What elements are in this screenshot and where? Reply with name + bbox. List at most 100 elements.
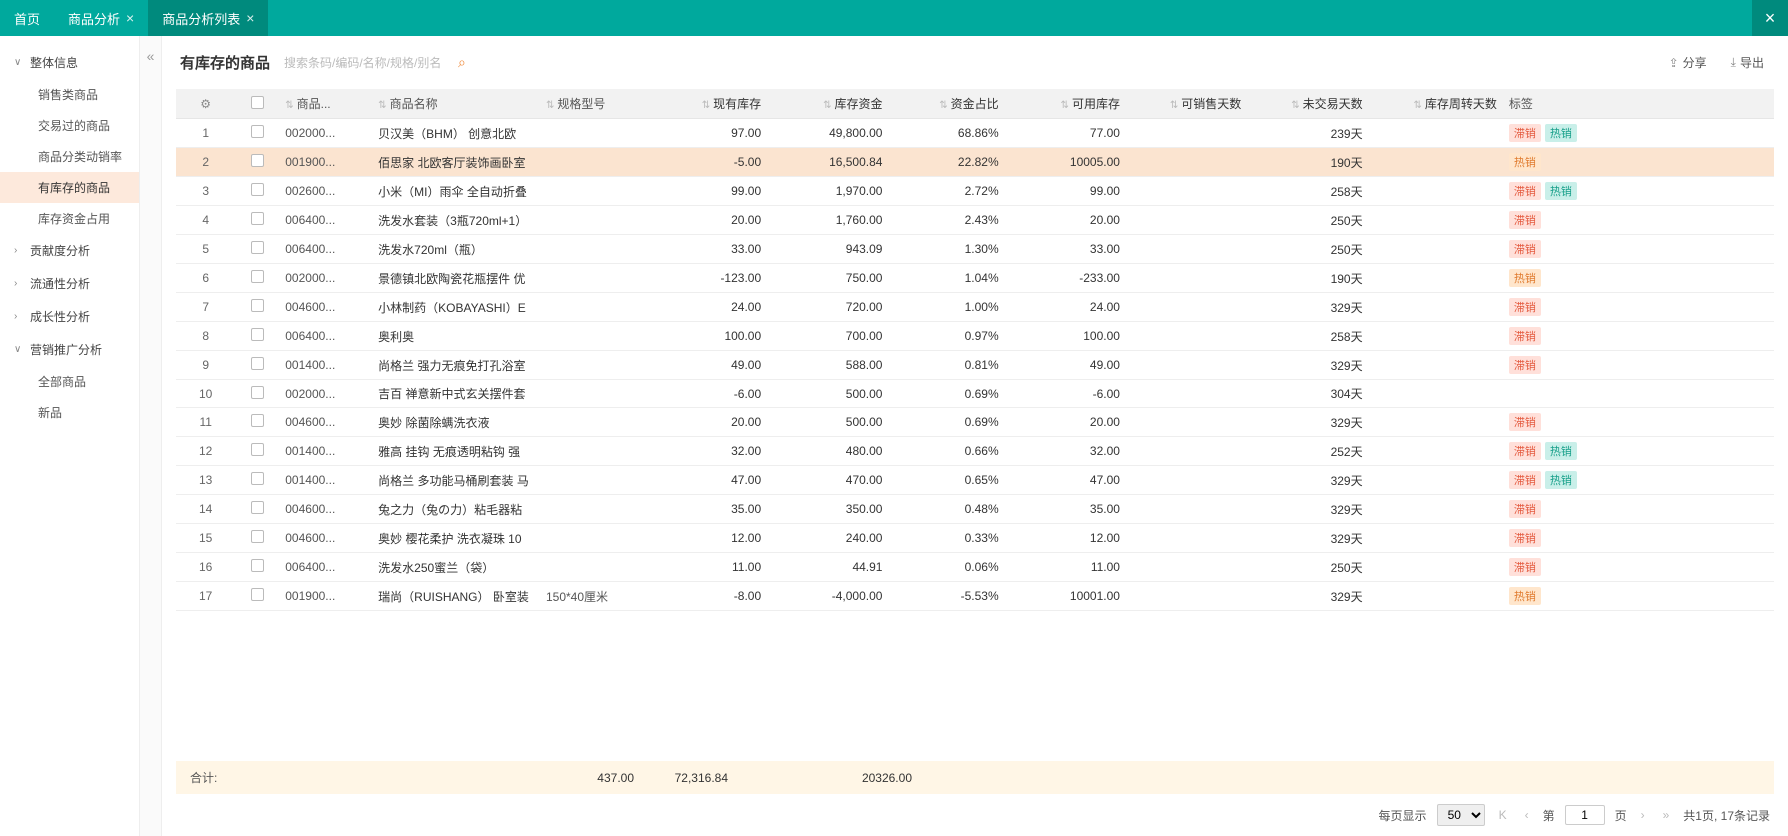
cell-turn-days (1369, 206, 1503, 235)
export-button[interactable]: ⤓ 导出 (1725, 50, 1770, 75)
col-code[interactable]: ⇅商品... (279, 89, 372, 119)
sidebar-item-0-2[interactable]: 商品分类动销率 (0, 141, 139, 172)
col-name[interactable]: ⇅商品名称 (372, 89, 540, 119)
cell-checkbox[interactable] (235, 206, 279, 235)
table-row[interactable]: 7004600...小林制药（KOBAYASHI）E24.00720.001.0… (176, 293, 1774, 322)
table-row[interactable]: 13001400...尚格兰 多功能马桶刷套装 马47.00470.000.65… (176, 466, 1774, 495)
col-tags[interactable]: 标签 (1503, 89, 1774, 119)
cell-avail: 99.00 (1005, 177, 1126, 206)
sidebar-item-0-1[interactable]: 交易过的商品 (0, 110, 139, 141)
tab-1[interactable]: 商品分析× (54, 0, 148, 36)
col-turn-days[interactable]: ⇅库存周转天数 (1369, 89, 1503, 119)
sidebar-item-0-0[interactable]: 销售类商品 (0, 79, 139, 110)
table-row[interactable]: 14004600...兔之力（兔の力）粘毛器粘35.00350.000.48%3… (176, 495, 1774, 524)
cell-spec (540, 119, 648, 148)
cell-fund: 49,800.00 (767, 119, 888, 148)
cell-checkbox[interactable] (235, 495, 279, 524)
cell-idx: 15 (176, 524, 235, 553)
close-icon[interactable]: × (126, 10, 134, 26)
cell-checkbox[interactable] (235, 380, 279, 408)
checkbox-icon (251, 443, 264, 456)
sidebar-collapse[interactable]: « (140, 36, 162, 836)
sidebar-group-0[interactable]: ∨整体信息 (0, 46, 139, 79)
cell-spec (540, 293, 648, 322)
cell-checkbox[interactable] (235, 553, 279, 582)
cell-checkbox[interactable] (235, 408, 279, 437)
close-icon[interactable]: × (246, 10, 254, 26)
table-row[interactable]: 9001400...尚格兰 强力无痕免打孔浴室49.00588.000.81%4… (176, 351, 1774, 380)
sidebar-item-4-1[interactable]: 新品 (0, 397, 139, 428)
table-row[interactable]: 17001900...瑞尚（RUISHANG） 卧室装150*40厘米-8.00… (176, 582, 1774, 611)
sidebar-item-0-3[interactable]: 有库存的商品 (0, 172, 139, 203)
cell-fund: 240.00 (767, 524, 888, 553)
table-row[interactable]: 2001900...佰思家 北欧客厅装饰画卧室-5.0016,500.8422.… (176, 148, 1774, 177)
pager-page-input[interactable] (1565, 805, 1605, 825)
col-select-all[interactable] (235, 89, 279, 119)
table-row[interactable]: 15004600...奥妙 樱花柔护 洗衣凝珠 1012.00240.000.3… (176, 524, 1774, 553)
cell-checkbox[interactable] (235, 293, 279, 322)
cell-stock: 33.00 (648, 235, 767, 264)
checkbox-icon (251, 501, 264, 514)
sidebar-group-4[interactable]: ∨营销推广分析 (0, 333, 139, 366)
cell-checkbox[interactable] (235, 119, 279, 148)
sum-stock: 437.00 (548, 771, 640, 785)
table-row[interactable]: 1002000...贝汉美（BHM） 创意北欧97.0049,800.0068.… (176, 119, 1774, 148)
sidebar-group-label: 成长性分析 (30, 308, 90, 325)
cell-stock: 32.00 (648, 437, 767, 466)
col-fund[interactable]: ⇅库存资金 (767, 89, 888, 119)
sidebar-group-2[interactable]: ›流通性分析 (0, 267, 139, 300)
tabs-bar-close[interactable]: × (1752, 0, 1788, 36)
col-stock[interactable]: ⇅现有库存 (648, 89, 767, 119)
checkbox-icon (251, 588, 264, 601)
col-spec[interactable]: ⇅规格型号 (540, 89, 648, 119)
cell-fund: 943.09 (767, 235, 888, 264)
cell-fund: 750.00 (767, 264, 888, 293)
col-avail[interactable]: ⇅可用库存 (1005, 89, 1126, 119)
cell-checkbox[interactable] (235, 582, 279, 611)
cell-name: 洗发水250蜜兰（袋） (372, 553, 540, 582)
cell-fund: 700.00 (767, 322, 888, 351)
cell-checkbox[interactable] (235, 235, 279, 264)
pager-last[interactable]: » (1659, 806, 1674, 824)
table-row[interactable]: 11004600...奥妙 除菌除螨洗衣液20.00500.000.69%20.… (176, 408, 1774, 437)
cell-checkbox[interactable] (235, 524, 279, 553)
tab-0[interactable]: 首页 (0, 0, 54, 36)
cell-checkbox[interactable] (235, 437, 279, 466)
pager-first[interactable]: K (1495, 806, 1511, 824)
cell-avail: 33.00 (1005, 235, 1126, 264)
table-row[interactable]: 3002600...小米（MI）雨伞 全自动折叠99.001,970.002.7… (176, 177, 1774, 206)
col-settings[interactable]: ⚙ (176, 89, 235, 119)
sidebar-group-3[interactable]: ›成长性分析 (0, 300, 139, 333)
pager-next[interactable]: › (1637, 806, 1649, 824)
cell-name: 洗发水720ml（瓶） (372, 235, 540, 264)
cell-checkbox[interactable] (235, 177, 279, 206)
cell-checkbox[interactable] (235, 264, 279, 293)
sidebar-item-4-0[interactable]: 全部商品 (0, 366, 139, 397)
table-row[interactable]: 16006400...洗发水250蜜兰（袋）11.0044.910.06%11.… (176, 553, 1774, 582)
col-sale-days[interactable]: ⇅可销售天数 (1126, 89, 1247, 119)
tab-2[interactable]: 商品分析列表× (148, 0, 268, 36)
per-page-select[interactable]: 50 (1437, 804, 1485, 826)
table-row[interactable]: 10002000...吉百 禅意新中式玄关摆件套-6.00500.000.69%… (176, 380, 1774, 408)
table-row[interactable]: 8006400...奥利奥100.00700.000.97%100.00258天… (176, 322, 1774, 351)
table-row[interactable]: 12001400...雅高 挂钩 无痕透明粘钩 强32.00480.000.66… (176, 437, 1774, 466)
cell-stock: 24.00 (648, 293, 767, 322)
share-button[interactable]: ⇪ 分享 (1663, 50, 1713, 75)
cell-checkbox[interactable] (235, 351, 279, 380)
search-input[interactable] (282, 52, 452, 74)
col-no-trade-days[interactable]: ⇅未交易天数 (1247, 89, 1368, 119)
col-fund-pct[interactable]: ⇅资金占比 (888, 89, 1004, 119)
cell-checkbox[interactable] (235, 148, 279, 177)
sidebar-item-0-4[interactable]: 库存资金占用 (0, 203, 139, 234)
cell-checkbox[interactable] (235, 466, 279, 495)
cell-name: 贝汉美（BHM） 创意北欧 (372, 119, 540, 148)
cell-fund: 470.00 (767, 466, 888, 495)
search-icon[interactable]: ⌕ (458, 54, 466, 71)
table-row[interactable]: 6002000...景德镇北欧陶瓷花瓶摆件 优-123.00750.001.04… (176, 264, 1774, 293)
table-row[interactable]: 5006400...洗发水720ml（瓶）33.00943.091.30%33.… (176, 235, 1774, 264)
tag-badge: 滞销 (1509, 298, 1541, 316)
table-row[interactable]: 4006400...洗发水套装（3瓶720ml+1）20.001,760.002… (176, 206, 1774, 235)
cell-checkbox[interactable] (235, 322, 279, 351)
sidebar-group-1[interactable]: ›贡献度分析 (0, 234, 139, 267)
pager-prev[interactable]: ‹ (1521, 806, 1533, 824)
